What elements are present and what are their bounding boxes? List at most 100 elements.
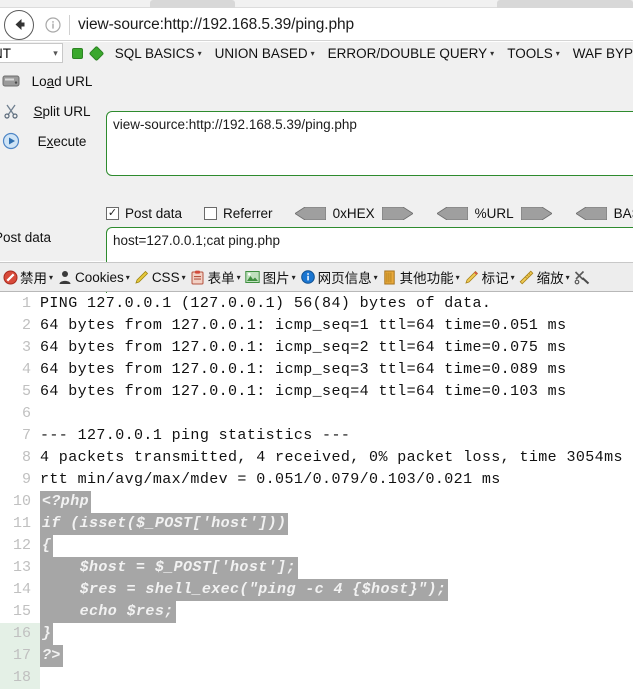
tab-ghost-right[interactable] bbox=[497, 0, 633, 8]
chevron-down-icon: ▾ bbox=[556, 49, 560, 58]
split-url-button[interactable]: Split URL bbox=[0, 96, 100, 126]
split-url-label: Split URL bbox=[28, 104, 100, 119]
post-data-checkbox-box: ✓ bbox=[106, 207, 119, 220]
chevron-down-icon: ▾ bbox=[49, 273, 53, 282]
load-url-button[interactable]: Load URL bbox=[0, 66, 100, 96]
encoding-select-value: NT bbox=[0, 46, 11, 61]
source-line: 264 bytes from 127.0.0.1: icmp_seq=1 ttl… bbox=[0, 315, 633, 337]
disable-icon bbox=[2, 269, 18, 285]
post-data-checkbox[interactable]: ✓ Post data bbox=[106, 206, 182, 221]
line-number: 13 bbox=[0, 557, 40, 579]
menu-union-based[interactable]: UNION BASED ▾ bbox=[215, 46, 315, 61]
line-number: 15 bbox=[0, 601, 40, 623]
hex-decode-button[interactable] bbox=[295, 207, 326, 220]
menu-tools-label: TOOLS bbox=[507, 46, 553, 61]
devbar-item-css[interactable]: CSS ▾ bbox=[132, 269, 188, 285]
devbar-item-page-info-label: 网页信息 bbox=[318, 267, 372, 287]
line-number: 7 bbox=[0, 425, 40, 447]
chevron-down-icon: ▾ bbox=[374, 273, 378, 282]
url-encoder-label: %URL bbox=[475, 206, 514, 221]
line-number: 1 bbox=[0, 293, 40, 315]
url-decode-button[interactable] bbox=[437, 207, 468, 220]
url-textarea[interactable]: view-source:http://192.168.5.39/ping.php bbox=[106, 111, 633, 176]
php-source-text: <?php bbox=[40, 491, 91, 513]
menu-sql-basics-label: SQL BASICS bbox=[115, 46, 195, 61]
line-number: 8 bbox=[0, 447, 40, 469]
devbar-item-css-label: CSS bbox=[152, 270, 180, 285]
source-line: 6 bbox=[0, 403, 633, 425]
line-number: 4 bbox=[0, 359, 40, 381]
devbar-item-outline-label: 标记 bbox=[482, 267, 509, 287]
php-source-text: if (isset($_POST['host'])) bbox=[40, 513, 288, 535]
menu-union-based-label: UNION BASED bbox=[215, 46, 308, 61]
line-number: 11 bbox=[0, 513, 40, 535]
referrer-checkbox-label: Referrer bbox=[223, 206, 273, 221]
menu-waf-bypass[interactable]: WAF BYP bbox=[573, 46, 633, 61]
load-url-label: Load URL bbox=[28, 74, 100, 89]
tab-ghost-left[interactable] bbox=[150, 0, 235, 8]
tab-strip bbox=[0, 0, 633, 8]
referrer-checkbox[interactable]: Referrer bbox=[204, 206, 273, 221]
devbar-item-misc[interactable]: 其他功能 ▾ bbox=[380, 267, 462, 287]
devbar-item-images[interactable]: 图片 ▾ bbox=[243, 267, 298, 287]
menu-error-double-query-label: ERROR/DOUBLE QUERY bbox=[328, 46, 488, 61]
source-line: 1PING 127.0.0.1 (127.0.0.1) 56(84) bytes… bbox=[0, 293, 633, 315]
page-info-icon[interactable] bbox=[40, 12, 66, 38]
tools-icon bbox=[574, 269, 590, 285]
referrer-checkbox-box bbox=[204, 207, 217, 220]
line-number: 16 bbox=[0, 623, 40, 645]
misc-icon bbox=[382, 269, 398, 285]
execute-icon bbox=[0, 130, 22, 152]
devbar-item-page-info[interactable]: 网页信息 ▾ bbox=[298, 267, 380, 287]
url-encoder-group: %URL bbox=[437, 206, 552, 221]
post-data-checkbox-label: Post data bbox=[125, 206, 182, 221]
chevron-down-icon: ▾ bbox=[182, 273, 186, 282]
hex-encode-button[interactable] bbox=[382, 207, 413, 220]
ping-output-text: --- 127.0.0.1 ping statistics --- bbox=[40, 425, 350, 447]
devbar-item-forms-label: 表单 bbox=[208, 267, 235, 287]
url-bar: view-source:http://192.168.5.39/ping.php bbox=[0, 9, 633, 41]
back-arrow-icon[interactable] bbox=[4, 10, 34, 40]
plus-button[interactable] bbox=[89, 45, 105, 61]
chevron-down-icon: ▾ bbox=[237, 273, 241, 282]
hex-encoder-label: 0xHEX bbox=[333, 206, 375, 221]
source-line: 17?> bbox=[0, 645, 633, 667]
source-line: 10<?php bbox=[0, 491, 633, 513]
devbar-item-forms[interactable]: 表单 ▾ bbox=[188, 267, 243, 287]
base64-encoder-label: BASE bbox=[614, 206, 633, 221]
menu-waf-bypass-label: WAF BYP bbox=[573, 46, 633, 61]
hex-encoder-group: 0xHEX bbox=[295, 206, 413, 221]
devbar-item-disable[interactable]: 禁用 ▾ bbox=[0, 267, 55, 287]
devbar-item-tools[interactable] bbox=[572, 269, 592, 285]
line-number: 9 bbox=[0, 469, 40, 491]
menu-error-double-query[interactable]: ERROR/DOUBLE QUERY ▾ bbox=[328, 46, 495, 61]
minus-button[interactable] bbox=[72, 48, 83, 59]
chevron-down-icon: ▾ bbox=[311, 49, 315, 58]
devbar-item-cookies-label: Cookies bbox=[75, 270, 124, 285]
php-source-text: echo $res; bbox=[40, 601, 176, 623]
devbar-item-outline[interactable]: 标记 ▾ bbox=[462, 267, 517, 287]
devbar-item-cookies[interactable]: Cookies ▾ bbox=[55, 269, 132, 285]
url-encode-button[interactable] bbox=[521, 207, 552, 220]
devbar-item-resize[interactable]: 缩放 ▾ bbox=[517, 267, 572, 287]
ping-output-text: 64 bytes from 127.0.0.1: icmp_seq=4 ttl=… bbox=[40, 381, 566, 403]
line-number: 14 bbox=[0, 579, 40, 601]
browser-window: view-source:http://192.168.5.39/ping.php… bbox=[0, 0, 633, 689]
post-data-label: Post data bbox=[0, 230, 51, 245]
url-input[interactable]: view-source:http://192.168.5.39/ping.php bbox=[78, 16, 354, 34]
base64-decode-button[interactable] bbox=[576, 207, 607, 220]
menu-sql-basics[interactable]: SQL BASICS ▾ bbox=[115, 46, 202, 61]
encoding-select[interactable]: NT ▾ bbox=[0, 43, 63, 63]
php-source-text: ?> bbox=[40, 645, 63, 667]
execute-label: Execute bbox=[28, 134, 100, 149]
ping-output-text: 64 bytes from 127.0.0.1: icmp_seq=1 ttl=… bbox=[40, 315, 566, 337]
load-url-icon bbox=[0, 70, 22, 92]
source-line: 84 packets transmitted, 4 received, 0% p… bbox=[0, 447, 633, 469]
chevron-down-icon: ▾ bbox=[511, 273, 515, 282]
source-line: 12{ bbox=[0, 535, 633, 557]
devbar-item-misc-label: 其他功能 bbox=[400, 267, 454, 287]
execute-button[interactable]: Execute bbox=[0, 126, 100, 156]
css-icon bbox=[134, 269, 150, 285]
menu-tools[interactable]: TOOLS ▾ bbox=[507, 46, 560, 61]
line-number: 10 bbox=[0, 491, 40, 513]
